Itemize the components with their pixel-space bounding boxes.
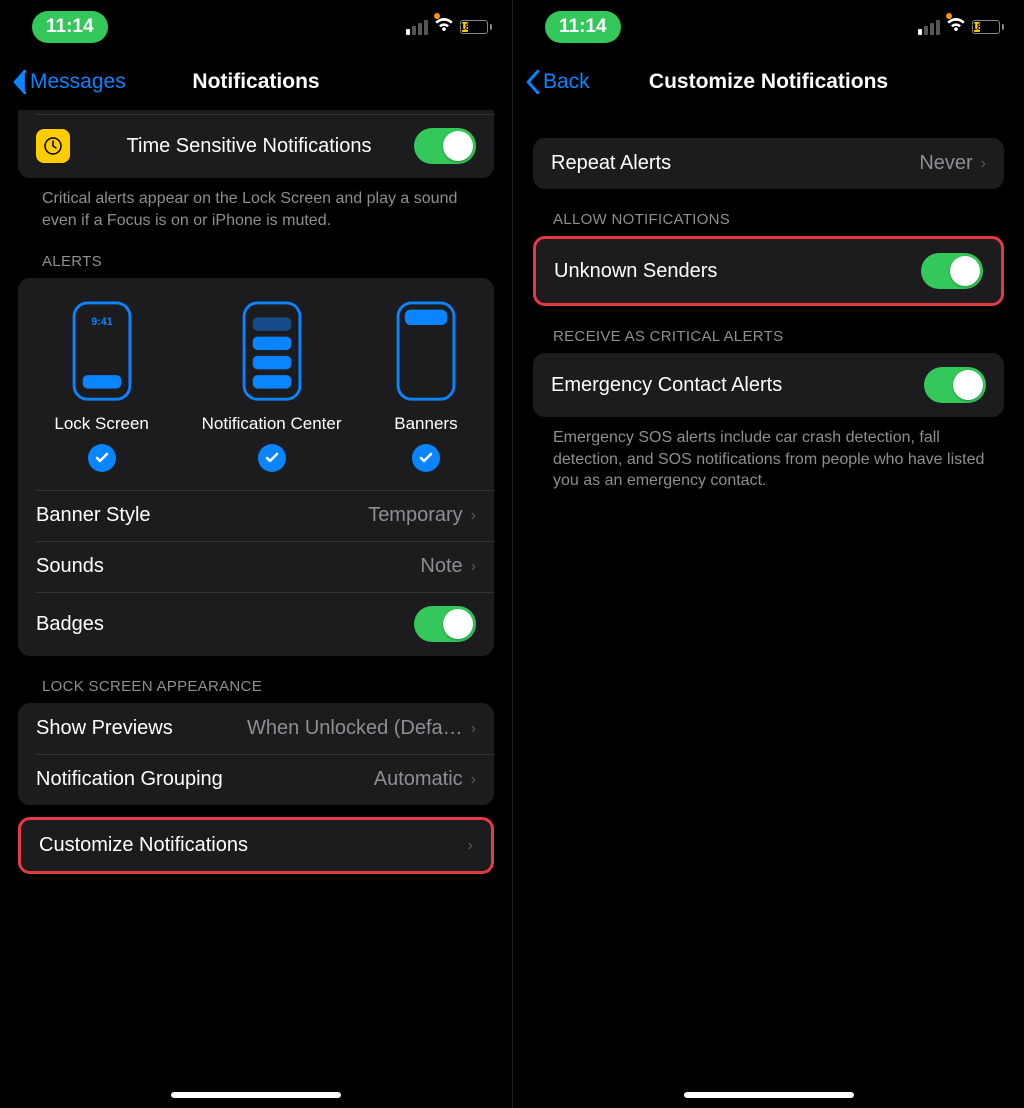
home-indicator[interactable]	[684, 1092, 854, 1098]
row-repeat-alerts[interactable]: Repeat Alerts Never ›	[533, 138, 1004, 189]
group-notification-toggles: Critical Alerts Time Sensitive Notificat…	[18, 110, 494, 178]
alert-style-picker: 9:41 Lock Screen	[18, 278, 494, 490]
wifi-icon	[434, 17, 454, 38]
nav-bar: Messages Notifications	[0, 54, 512, 110]
group-unknown-senders: Unknown Senders	[533, 236, 1004, 306]
toggle-badges[interactable]	[414, 606, 476, 642]
chevron-right-icon: ›	[468, 837, 473, 855]
row-banner-style[interactable]: Banner Style Temporary ›	[18, 490, 494, 541]
battery-percent: 18	[974, 22, 980, 32]
status-indicators: 18	[406, 17, 492, 38]
chevron-left-icon	[12, 70, 28, 94]
group-emergency: Emergency Contact Alerts	[533, 353, 1004, 417]
mic-indicator-dot	[946, 13, 952, 19]
clock-icon	[36, 129, 70, 163]
chevron-right-icon: ›	[471, 771, 476, 789]
banners-preview-icon	[395, 300, 457, 404]
phone-left-notifications: 11:14 18 Messages Notifications Critical…	[0, 0, 512, 1108]
row-show-previews[interactable]: Show Previews When Unlocked (Defa… ›	[18, 703, 494, 754]
section-header-critical: RECEIVE AS CRITICAL ALERTS	[513, 318, 1024, 353]
back-label: Back	[543, 70, 590, 94]
toggle-emergency-contact[interactable]	[924, 367, 986, 403]
alert-option-notification-center[interactable]: Notification Center	[202, 300, 342, 472]
chevron-right-icon: ›	[471, 507, 476, 525]
row-customize-notifications[interactable]: Customize Notifications ›	[18, 817, 494, 874]
mic-indicator-dot	[434, 13, 440, 19]
group-repeat-alerts: Repeat Alerts Never ›	[533, 138, 1004, 189]
back-button[interactable]: Messages	[12, 70, 126, 94]
chevron-left-icon	[525, 70, 541, 94]
checkmark-icon	[258, 444, 286, 472]
group-lock-screen: Show Previews When Unlocked (Defa… › Not…	[18, 703, 494, 805]
home-indicator[interactable]	[171, 1092, 341, 1098]
status-bar: 11:14 18	[513, 0, 1024, 54]
chevron-right-icon: ›	[981, 155, 986, 173]
status-bar: 11:14 18	[0, 0, 512, 54]
lock-screen-preview-icon: 9:41	[71, 300, 133, 404]
row-unknown-senders[interactable]: Unknown Senders	[536, 239, 1001, 303]
section-header-alerts: ALERTS	[0, 243, 512, 278]
nav-bar: Back Customize Notifications	[513, 54, 1024, 110]
row-emergency-contact-alerts[interactable]: Emergency Contact Alerts	[533, 353, 1004, 417]
section-header-lock-screen: LOCK SCREEN APPEARANCE	[0, 668, 512, 703]
checkmark-icon	[88, 444, 116, 472]
alert-option-label: Banners	[394, 414, 457, 434]
back-label: Messages	[30, 70, 126, 94]
section-header-allow: ALLOW NOTIFICATIONS	[513, 201, 1024, 236]
cellular-signal-icon	[406, 20, 428, 35]
battery-indicator: 18	[460, 20, 492, 34]
battery-indicator: 18	[972, 20, 1004, 34]
row-badges[interactable]: Badges	[18, 592, 494, 656]
row-sounds[interactable]: Sounds Note ›	[18, 541, 494, 592]
alert-option-label: Lock Screen	[54, 414, 149, 434]
group-alerts: 9:41 Lock Screen	[18, 278, 494, 656]
checkmark-icon	[412, 444, 440, 472]
status-indicators: 18	[918, 17, 1004, 38]
alert-option-label: Notification Center	[202, 414, 342, 434]
phone-right-customize: 11:14 18 Back Customize Notifications Re…	[512, 0, 1024, 1108]
toggle-unknown-senders[interactable]	[921, 253, 983, 289]
back-button[interactable]: Back	[525, 70, 590, 94]
chevron-right-icon: ›	[471, 720, 476, 738]
battery-percent: 18	[462, 22, 468, 32]
row-time-sensitive[interactable]: Time Sensitive Notifications	[18, 114, 494, 178]
notification-center-preview-icon	[241, 300, 303, 404]
alert-option-lock-screen[interactable]: 9:41 Lock Screen	[54, 300, 149, 472]
status-time: 11:14	[32, 11, 108, 43]
wifi-icon	[946, 17, 966, 38]
emergency-footer: Emergency SOS alerts include car crash d…	[513, 417, 1024, 492]
row-notification-grouping[interactable]: Notification Grouping Automatic ›	[18, 754, 494, 805]
critical-alerts-footer: Critical alerts appear on the Lock Scree…	[0, 178, 512, 231]
toggle-time-sensitive[interactable]	[414, 128, 476, 164]
cellular-signal-icon	[918, 20, 940, 35]
status-time: 11:14	[545, 11, 621, 43]
alert-option-banners[interactable]: Banners	[394, 300, 457, 472]
chevron-right-icon: ›	[471, 558, 476, 576]
svg-text:9:41: 9:41	[91, 316, 112, 328]
